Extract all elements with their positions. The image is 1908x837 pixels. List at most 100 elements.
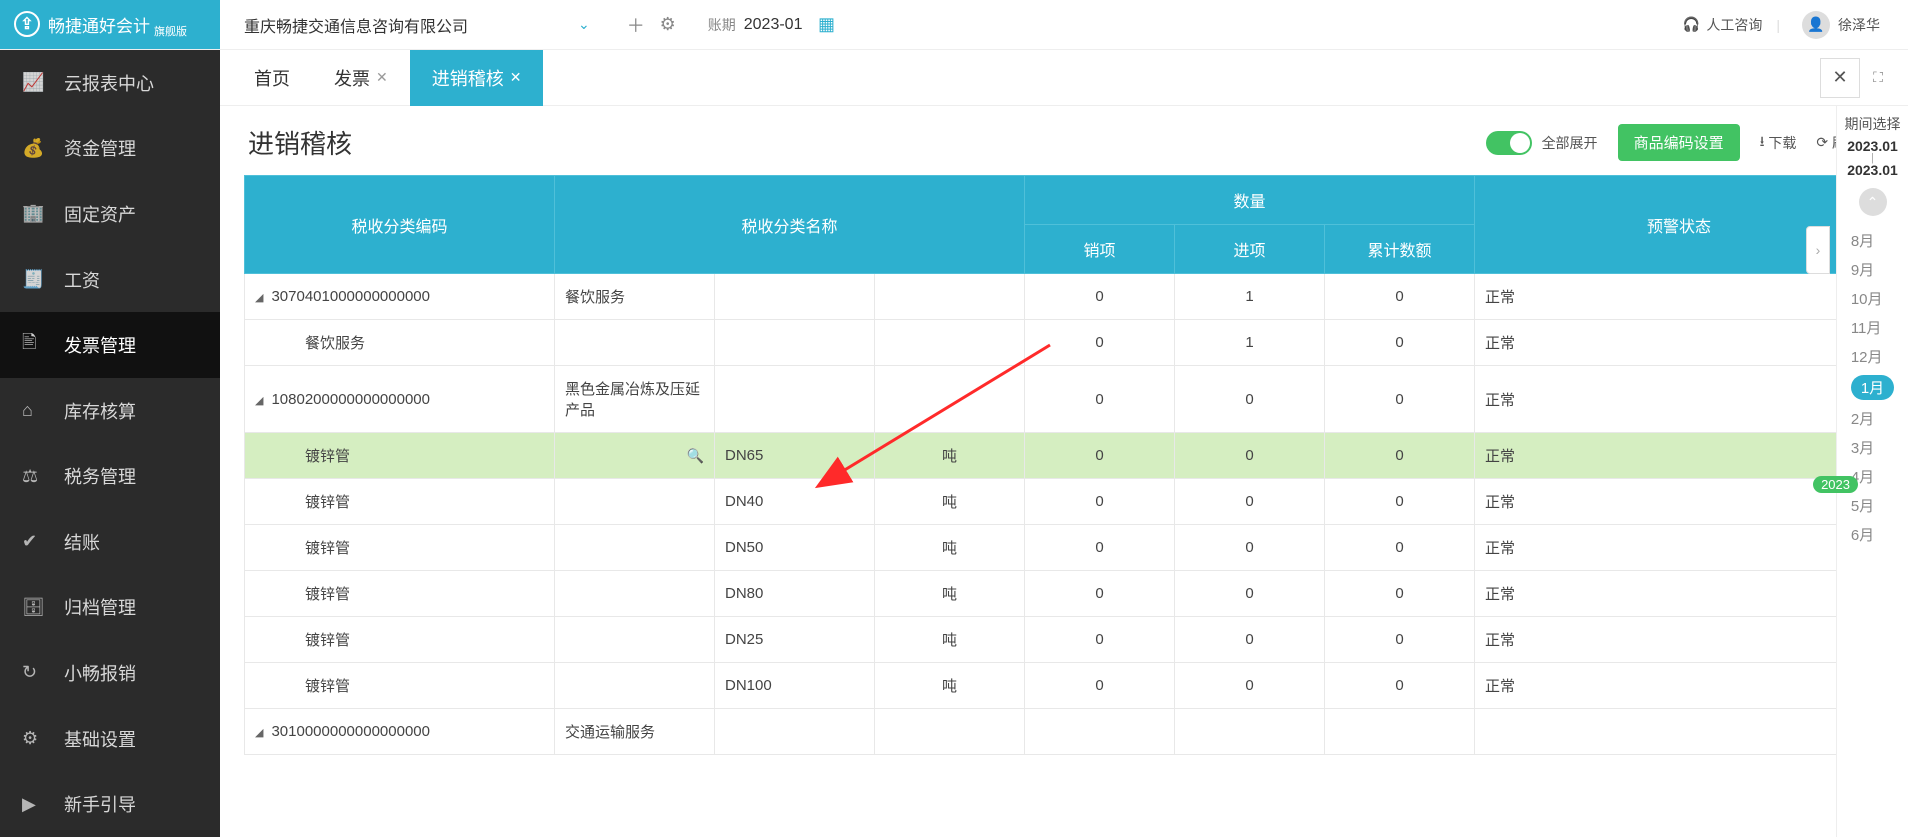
- search-icon[interactable]: 🔍: [687, 447, 704, 464]
- code-settings-button[interactable]: 商品编码设置: [1618, 124, 1740, 161]
- cell-status: [1475, 709, 1884, 755]
- month-5月[interactable]: 5月: [1851, 495, 1894, 516]
- username[interactable]: 徐泽华: [1838, 15, 1880, 35]
- table-row[interactable]: ◢3010000000000000000 交通运输服务: [245, 709, 1884, 755]
- month-9月[interactable]: 9月: [1851, 259, 1894, 280]
- table-row[interactable]: 镀锌管 🔍 DN65 吨 0 0 0 正常: [245, 433, 1884, 479]
- wage-icon: 🧾: [22, 269, 46, 290]
- add-icon[interactable]: ＋: [620, 9, 652, 41]
- period-panel-label: 期间选择: [1845, 114, 1901, 134]
- close-icon[interactable]: ✕: [376, 69, 388, 86]
- stock-icon: ⌂: [22, 400, 46, 421]
- cell-cumulative: 0: [1325, 320, 1475, 366]
- month-2月[interactable]: 2月: [1851, 408, 1894, 429]
- tab-进销稽核[interactable]: 进销稽核 ✕: [410, 50, 544, 106]
- tab-label: 发票: [334, 65, 370, 91]
- cell-spec: DN80: [715, 571, 875, 617]
- month-11月[interactable]: 11月: [1851, 317, 1894, 338]
- collapse-icon[interactable]: ◢: [255, 292, 263, 304]
- month-3月[interactable]: 3月: [1851, 437, 1894, 458]
- cell-cumulative: 0: [1325, 274, 1475, 320]
- sidebar-item-label: 新手引导: [64, 791, 136, 817]
- sidebar-item-chart[interactable]: 📈云报表中心: [0, 50, 220, 116]
- avatar-icon[interactable]: 👤: [1802, 11, 1830, 39]
- cell-purchase: 0: [1175, 617, 1325, 663]
- collapse-icon[interactable]: ◢: [255, 727, 263, 739]
- table-row[interactable]: 镀锌管 DN80 吨 0 0 0 正常: [245, 571, 1884, 617]
- month-6月[interactable]: 6月: [1851, 524, 1894, 545]
- table-row[interactable]: 镀锌管 DN25 吨 0 0 0 正常: [245, 617, 1884, 663]
- audit-table: 税收分类编码 税收分类名称 数量 预警状态 销项 进项 累计数额 ◢307040…: [244, 175, 1884, 755]
- cell-cumulative: 0: [1325, 571, 1475, 617]
- sidebar-item-archive[interactable]: 🗄归档管理: [0, 575, 220, 641]
- cell-name: 交通运输服务: [555, 709, 715, 755]
- sidebar-item-settings[interactable]: ⚙基础设置: [0, 706, 220, 772]
- table-row[interactable]: ◢3070401000000000000 餐饮服务 0 1 0 正常: [245, 274, 1884, 320]
- download-button[interactable]: ⭳ 下载: [1760, 131, 1797, 155]
- fullscreen-icon[interactable]: ⛶: [1860, 60, 1896, 96]
- cell-name: [555, 617, 715, 663]
- cell-sales: 0: [1025, 274, 1175, 320]
- cell-purchase: 0: [1175, 571, 1325, 617]
- gear-icon[interactable]: ⚙: [652, 9, 684, 41]
- company-selector[interactable]: 重庆畅捷交通信息咨询有限公司 ⌄: [244, 13, 590, 37]
- th-purchase: 进项: [1175, 225, 1325, 274]
- report-icon: ↻: [22, 662, 46, 683]
- tab-发票[interactable]: 发票 ✕: [312, 50, 410, 106]
- period-value[interactable]: 2023-01: [744, 16, 803, 34]
- consult-link[interactable]: 🎧 人工咨询: [1683, 15, 1762, 35]
- cell-code: 镀锌管: [245, 571, 555, 617]
- cell-sales: 0: [1025, 571, 1175, 617]
- cell-cumulative: 0: [1325, 617, 1475, 663]
- cell-unit: 吨: [875, 525, 1025, 571]
- cell-code: ◢3070401000000000000: [245, 274, 555, 320]
- month-8月[interactable]: 8月: [1851, 230, 1894, 251]
- brand: ⇪ 畅捷通好会计 旗舰版: [0, 0, 220, 49]
- sidebar-item-building[interactable]: 🏢固定资产: [0, 181, 220, 247]
- calendar-icon[interactable]: ▦: [810, 9, 842, 41]
- cell-cumulative: 0: [1325, 663, 1475, 709]
- collapse-period-panel-icon[interactable]: ›: [1806, 226, 1830, 274]
- cell-unit: 吨: [875, 571, 1025, 617]
- table-row[interactable]: ◢1080200000000000000 黑色金属冶炼及压延产品 0 0 0 正…: [245, 366, 1884, 433]
- sidebar-item-tax[interactable]: ⚖税务管理: [0, 443, 220, 509]
- sidebar-item-label: 税务管理: [64, 463, 136, 489]
- cell-unit: 吨: [875, 479, 1025, 525]
- month-10月[interactable]: 10月: [1851, 288, 1894, 309]
- sidebar-item-invoice[interactable]: 🖹发票管理: [0, 312, 220, 378]
- month-1月[interactable]: 1月: [1851, 375, 1894, 400]
- sidebar-item-close-acct[interactable]: ✔结账: [0, 509, 220, 575]
- brand-edition: 旗舰版: [154, 23, 187, 39]
- expand-all-toggle[interactable]: [1486, 131, 1532, 155]
- cell-cumulative: 0: [1325, 525, 1475, 571]
- cell-code: 餐饮服务: [245, 320, 555, 366]
- cell-status: 正常: [1475, 663, 1884, 709]
- table-row[interactable]: 餐饮服务 0 1 0 正常: [245, 320, 1884, 366]
- table-row[interactable]: 镀锌管 DN40 吨 0 0 0 正常: [245, 479, 1884, 525]
- sidebar-item-wage[interactable]: 🧾工资: [0, 247, 220, 313]
- sidebar-item-stock[interactable]: ⌂库存核算: [0, 378, 220, 444]
- cell-status: 正常: [1475, 433, 1884, 479]
- th-sales: 销项: [1025, 225, 1175, 274]
- table-row[interactable]: 镀锌管 DN100 吨 0 0 0 正常: [245, 663, 1884, 709]
- scroll-up-icon[interactable]: ⌃: [1859, 188, 1887, 216]
- collapse-icon[interactable]: ◢: [255, 395, 263, 407]
- close-tab-button[interactable]: ✕: [1820, 58, 1860, 98]
- cell-code: 镀锌管: [245, 479, 555, 525]
- cell-name: 🔍: [555, 433, 715, 479]
- sidebar-item-money[interactable]: 💰资金管理: [0, 116, 220, 182]
- tab-label: 进销稽核: [432, 65, 504, 91]
- sidebar-item-guide[interactable]: ▶新手引导: [0, 771, 220, 837]
- cell-code: 镀锌管: [245, 663, 555, 709]
- cell-cumulative: 0: [1325, 433, 1475, 479]
- cell-status: 正常: [1475, 617, 1884, 663]
- tab-首页[interactable]: 首页: [232, 50, 312, 106]
- cell-name: [555, 525, 715, 571]
- sidebar: 📈云报表中心💰资金管理🏢固定资产🧾工资🖹发票管理⌂库存核算⚖税务管理✔结账🗄归档…: [0, 50, 220, 837]
- month-12月[interactable]: 12月: [1851, 346, 1894, 367]
- sidebar-item-report[interactable]: ↻小畅报销: [0, 640, 220, 706]
- table-row[interactable]: 镀锌管 DN50 吨 0 0 0 正常: [245, 525, 1884, 571]
- sidebar-item-label: 发票管理: [64, 332, 136, 358]
- headset-icon: 🎧: [1683, 16, 1700, 33]
- close-icon[interactable]: ✕: [510, 69, 522, 86]
